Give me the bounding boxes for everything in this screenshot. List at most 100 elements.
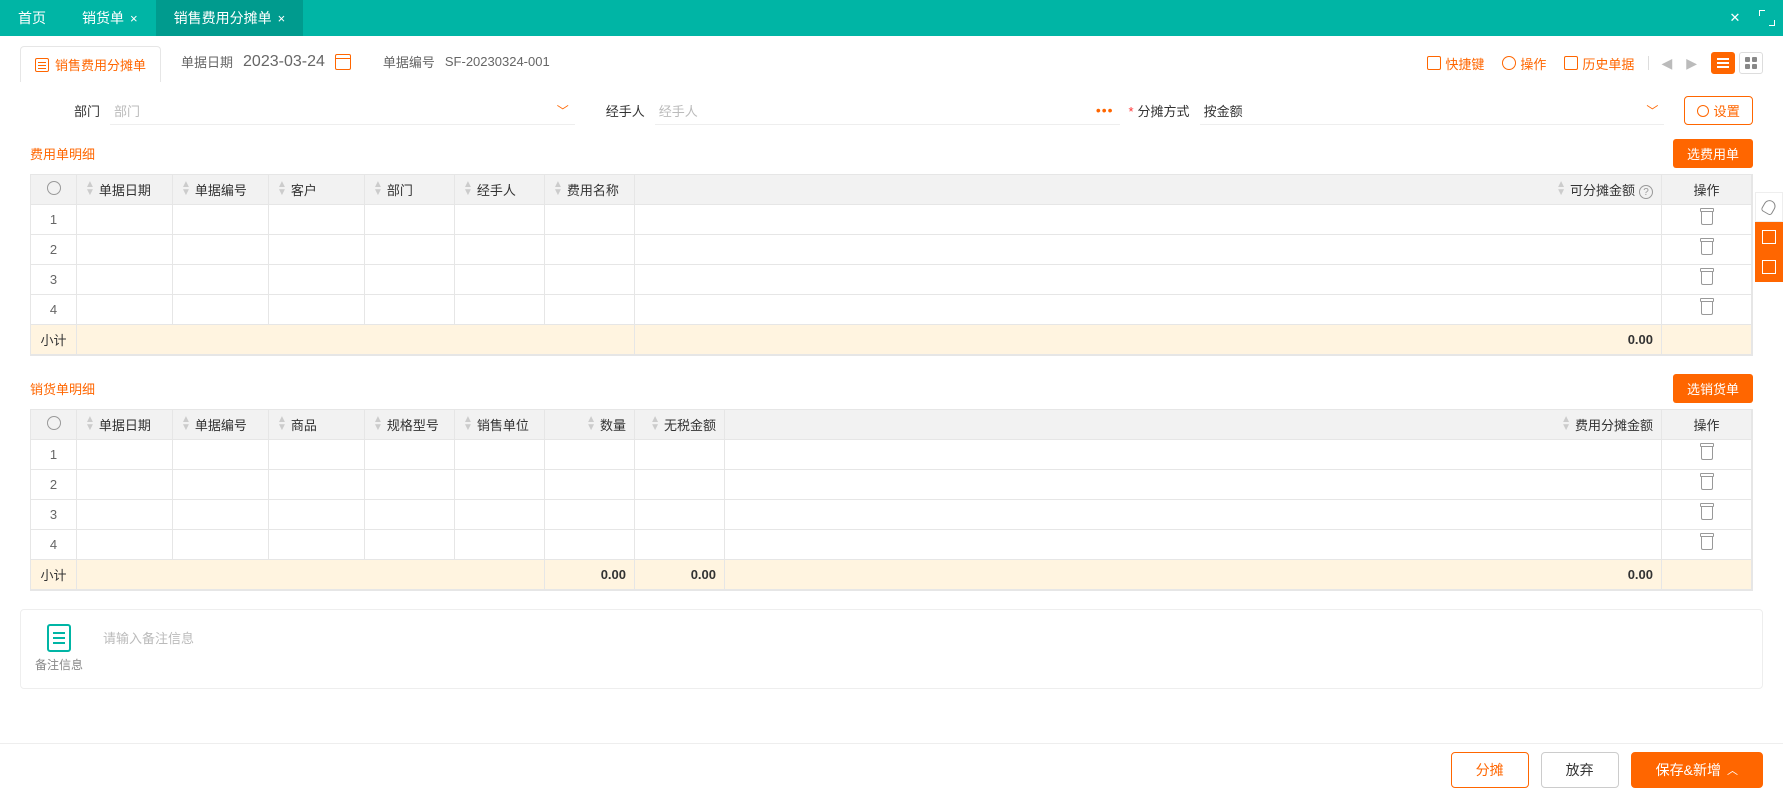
operations-link[interactable]: 操作 xyxy=(1496,54,1552,73)
table-row[interactable]: 2 xyxy=(31,470,1752,500)
col-op: 操作 xyxy=(1662,410,1752,440)
trash-icon[interactable] xyxy=(1701,271,1713,285)
col-handler[interactable]: ▲▼经手人 xyxy=(455,175,545,205)
select-expense-button[interactable]: 选费用单 xyxy=(1673,139,1753,168)
paperclip-icon xyxy=(1760,198,1777,216)
gear-icon xyxy=(1697,105,1709,117)
expand-button-1[interactable] xyxy=(1755,222,1783,252)
col-notax[interactable]: ▲▼无税金额 xyxy=(635,410,725,440)
doc-type-tab[interactable]: 销售费用分摊单 xyxy=(20,46,161,82)
allocate-button[interactable]: 分摊 xyxy=(1451,752,1529,788)
date-label: 单据日期 xyxy=(181,52,233,71)
col-dept[interactable]: ▲▼部门 xyxy=(365,175,455,205)
handler-field: 经手人 经手人 ••• xyxy=(575,97,1120,125)
footer-bar: 分摊 放弃 保存&新增︿ xyxy=(0,743,1783,795)
cancel-button[interactable]: 放弃 xyxy=(1541,752,1619,788)
col-date[interactable]: ▲▼单据日期 xyxy=(77,175,173,205)
trash-icon[interactable] xyxy=(1701,241,1713,255)
col-unit[interactable]: ▲▼销售单位 xyxy=(455,410,545,440)
method-field: *分摊方式 按金额 ﹀ xyxy=(1120,97,1665,125)
expense-title: 费用单明细 xyxy=(30,144,95,163)
col-expense-name[interactable]: ▲▼费用名称 xyxy=(545,175,635,205)
attachment-button[interactable] xyxy=(1755,192,1783,222)
docno-label: 单据编号 xyxy=(383,52,435,71)
trash-icon[interactable] xyxy=(1701,476,1713,490)
subtotal-row: 小计0.000.000.00 xyxy=(31,560,1752,590)
expand-icon xyxy=(1762,260,1776,274)
sales-title: 销货单明细 xyxy=(30,379,95,398)
col-no[interactable]: ▲▼单据编号 xyxy=(173,175,269,205)
col-date[interactable]: ▲▼单据日期 xyxy=(77,410,173,440)
trash-icon[interactable] xyxy=(1701,536,1713,550)
col-spec[interactable]: ▲▼规格型号 xyxy=(365,410,455,440)
shortcut-link[interactable]: 快捷键 xyxy=(1421,54,1490,73)
date-value[interactable]: 2023-03-24 xyxy=(243,53,325,71)
top-tab-bar: 首页 销货单× 销售费用分摊单× ✕ xyxy=(0,0,1783,36)
clipboard-icon xyxy=(47,624,71,652)
history-link[interactable]: 历史单据 xyxy=(1558,54,1640,73)
right-dock xyxy=(1755,192,1783,282)
expand-button-2[interactable] xyxy=(1755,252,1783,282)
tab-expense-allocation[interactable]: 销售费用分摊单× xyxy=(156,0,304,36)
remark-input[interactable]: 请输入备注信息 xyxy=(103,624,1748,647)
settings-button[interactable]: 设置 xyxy=(1684,96,1753,125)
table-row[interactable]: 3 xyxy=(31,500,1752,530)
tab-home[interactable]: 首页 xyxy=(0,0,64,36)
col-customer[interactable]: ▲▼客户 xyxy=(269,175,365,205)
next-record-icon[interactable]: ▶ xyxy=(1682,55,1701,72)
col-no[interactable]: ▲▼单据编号 xyxy=(173,410,269,440)
gear-column[interactable] xyxy=(31,410,77,440)
prev-record-icon[interactable]: ◀ xyxy=(1657,55,1676,72)
table-row[interactable]: 1 xyxy=(31,205,1752,235)
expense-section: 费用单明细 选费用单 ▲▼单据日期 ▲▼单据编号 ▲▼客户 ▲▼部门 ▲▼经手人… xyxy=(0,135,1783,356)
save-add-button[interactable]: 保存&新增︿ xyxy=(1631,752,1763,788)
col-op: 操作 xyxy=(1662,175,1752,205)
remark-box: 备注信息 请输入备注信息 xyxy=(20,609,1763,689)
calendar-icon[interactable] xyxy=(335,54,351,70)
col-allocatable-amount[interactable]: ▲▼可分摊金额? xyxy=(635,175,1662,205)
gear-icon xyxy=(47,181,61,195)
remark-label: 备注信息 xyxy=(35,656,83,673)
handler-lookup[interactable]: 经手人 ••• xyxy=(655,97,1120,125)
expand-icon xyxy=(1762,230,1776,244)
table-row[interactable]: 2 xyxy=(31,235,1752,265)
help-icon[interactable]: ? xyxy=(1639,185,1653,199)
gear-icon xyxy=(47,416,61,430)
table-row[interactable]: 3 xyxy=(31,265,1752,295)
fullscreen-icon[interactable] xyxy=(1751,0,1783,36)
col-qty[interactable]: ▲▼数量 xyxy=(545,410,635,440)
col-alloc-amount[interactable]: ▲▼费用分摊金额 xyxy=(725,410,1662,440)
history-icon xyxy=(1564,56,1578,70)
grid-view-toggle[interactable] xyxy=(1739,52,1763,74)
gear-icon xyxy=(1502,56,1516,70)
sales-section: 销货单明细 选销货单 ▲▼单据日期 ▲▼单据编号 ▲▼商品 ▲▼规格型号 ▲▼销… xyxy=(0,370,1783,591)
document-icon xyxy=(35,58,49,72)
dept-field: 部门 部门 ﹀ xyxy=(30,97,575,125)
chevron-up-icon: ︿ xyxy=(1727,762,1738,778)
keyboard-icon xyxy=(1427,56,1441,70)
col-item[interactable]: ▲▼商品 xyxy=(269,410,365,440)
trash-icon[interactable] xyxy=(1701,446,1713,460)
close-panel-icon[interactable]: ✕ xyxy=(1719,0,1751,36)
select-sales-button[interactable]: 选销货单 xyxy=(1673,374,1753,403)
more-icon: ••• xyxy=(1096,102,1114,118)
tab-sales-order[interactable]: 销货单× xyxy=(64,0,156,36)
gear-column[interactable] xyxy=(31,175,77,205)
subtotal-row: 小计0.00 xyxy=(31,325,1752,355)
trash-icon[interactable] xyxy=(1701,301,1713,315)
method-select[interactable]: 按金额 ﹀ xyxy=(1200,97,1665,125)
list-view-toggle[interactable] xyxy=(1711,52,1735,74)
chevron-down-icon: ﹀ xyxy=(1646,102,1658,119)
table-row[interactable]: 4 xyxy=(31,295,1752,325)
dept-select[interactable]: 部门 ﹀ xyxy=(110,97,575,125)
trash-icon[interactable] xyxy=(1701,211,1713,225)
table-row[interactable]: 1 xyxy=(31,440,1752,470)
close-icon[interactable]: × xyxy=(130,11,138,26)
trash-icon[interactable] xyxy=(1701,506,1713,520)
close-icon[interactable]: × xyxy=(278,11,286,26)
chevron-down-icon: ﹀ xyxy=(557,102,569,119)
filter-row: 部门 部门 ﹀ 经手人 经手人 ••• *分摊方式 按金额 ﹀ 设置 xyxy=(0,82,1783,135)
table-row[interactable]: 4 xyxy=(31,530,1752,560)
sales-table: ▲▼单据日期 ▲▼单据编号 ▲▼商品 ▲▼规格型号 ▲▼销售单位 ▲▼数量 ▲▼… xyxy=(30,409,1753,591)
doc-header: 销售费用分摊单 单据日期 2023-03-24 单据编号 SF-20230324… xyxy=(0,36,1783,82)
